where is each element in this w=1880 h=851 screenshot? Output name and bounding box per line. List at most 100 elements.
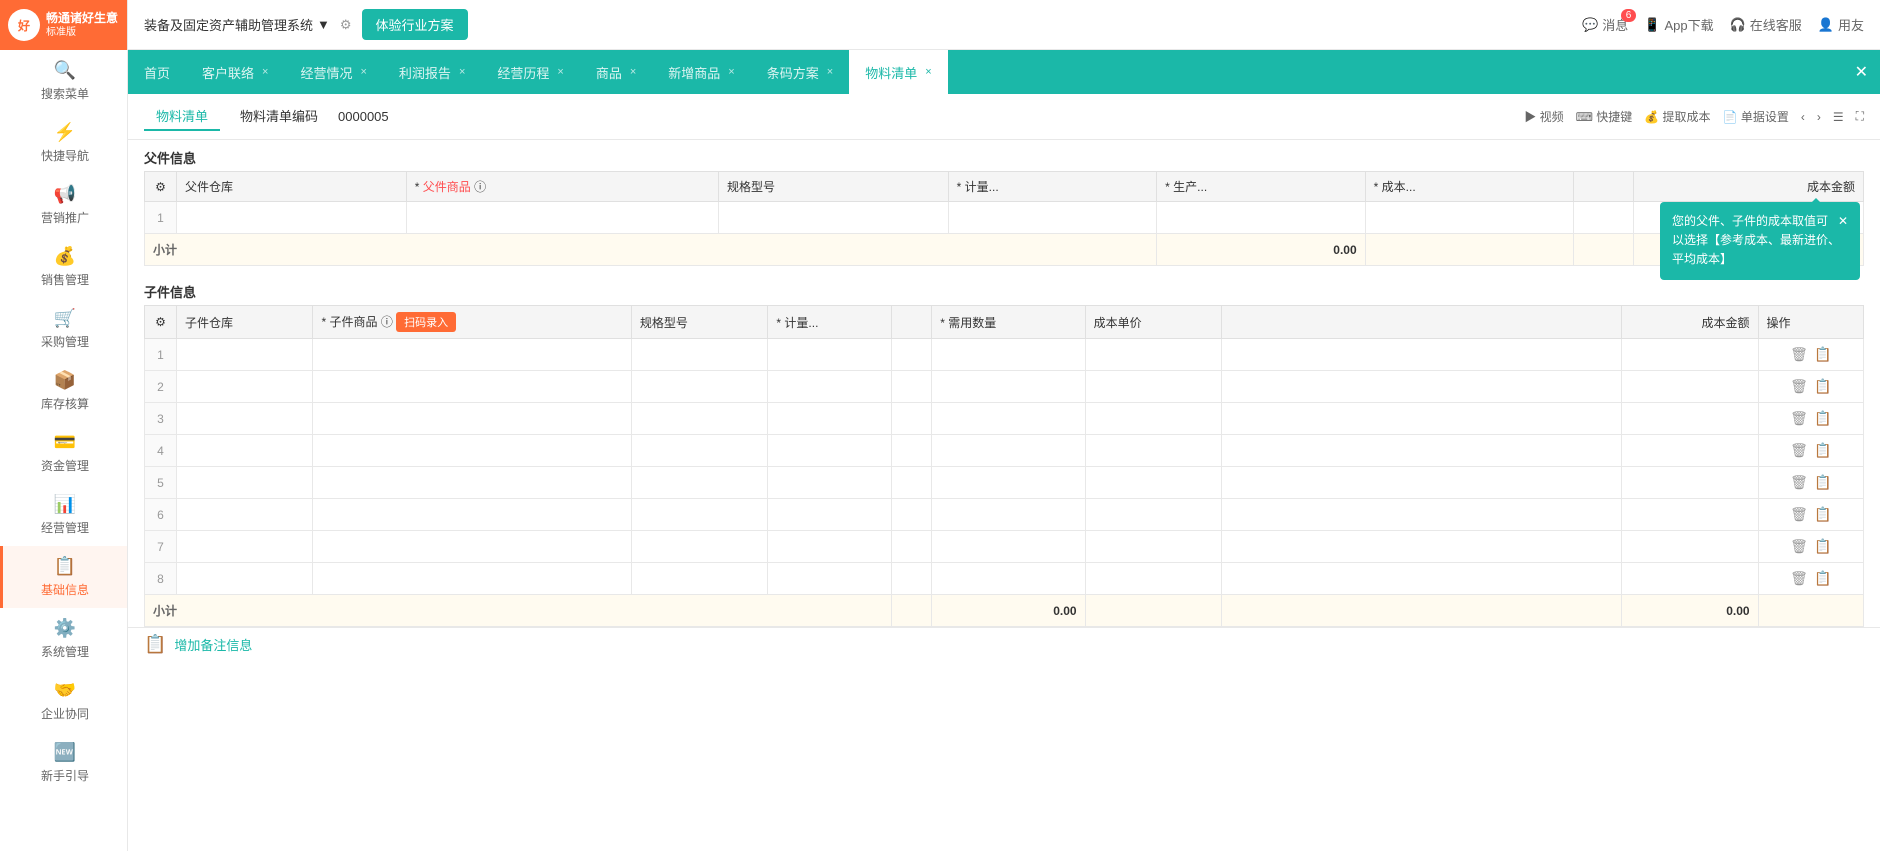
sidebar-item-guide[interactable]: 🆕 新手引导 <box>0 732 127 794</box>
child-row-2-product[interactable] <box>313 371 631 403</box>
child-row-5-warehouse[interactable] <box>177 467 313 499</box>
child-row-2-warehouse[interactable] <box>177 371 313 403</box>
child-row-1-qty[interactable] <box>932 339 1085 371</box>
child-row-4-delete-icon[interactable]: 🗑 <box>1790 442 1808 459</box>
child-row-7-spec[interactable] <box>631 531 767 563</box>
sidebar-item-operation[interactable]: 📊 经营管理 <box>0 484 127 546</box>
child-row-3-unit[interactable] <box>768 403 892 435</box>
tab-new-goods[interactable]: 新增商品 × <box>652 50 750 94</box>
scan-input-button[interactable]: 扫码录入 <box>396 312 456 332</box>
child-row-7-qty[interactable] <box>932 531 1085 563</box>
child-row-1-copy-icon[interactable]: 📋 <box>1814 346 1831 363</box>
tab-home[interactable]: 首页 <box>128 50 186 94</box>
child-row-1-warehouse[interactable] <box>177 339 313 371</box>
parent-row-1-warehouse[interactable] <box>177 202 407 234</box>
child-row-7-warehouse[interactable] <box>177 531 313 563</box>
parent-row-1-cost[interactable] <box>1365 202 1574 234</box>
tooltip-close-button[interactable]: ✕ <box>1838 212 1848 231</box>
child-row-1-unit[interactable] <box>768 339 892 371</box>
child-row-7-unit[interactable] <box>768 531 892 563</box>
tab-operation-status[interactable]: 经营情况 × <box>284 50 382 94</box>
child-row-8-delete-icon[interactable]: 🗑 <box>1790 570 1808 587</box>
child-row-2-spec[interactable] <box>631 371 767 403</box>
child-row-6-unit[interactable] <box>768 499 892 531</box>
child-row-8-unit[interactable] <box>768 563 892 595</box>
child-row-4-price[interactable] <box>1085 435 1221 467</box>
child-row-7-copy-icon[interactable]: 📋 <box>1814 538 1831 555</box>
child-row-5-qty[interactable] <box>932 467 1085 499</box>
child-row-6-spec[interactable] <box>631 499 767 531</box>
sidebar-item-purchase[interactable]: 🛒 采购管理 <box>0 298 127 360</box>
parent-row-1-produce[interactable] <box>1157 202 1366 234</box>
add-note-label[interactable]: 增加备注信息 <box>174 635 252 654</box>
tab-profit[interactable]: 利润报告 × <box>383 50 481 94</box>
subheader-tab-bom[interactable]: 物料清单 <box>144 102 220 131</box>
prev-button[interactable]: ‹ <box>1801 110 1805 124</box>
child-row-8-copy-icon[interactable]: 📋 <box>1814 570 1831 587</box>
child-row-3-spec[interactable] <box>631 403 767 435</box>
sidebar-item-quick-nav[interactable]: ⚡ 快捷导航 <box>0 112 127 174</box>
subheader-tab-code[interactable]: 物料清单编码 <box>228 102 330 131</box>
child-row-8-product[interactable] <box>313 563 631 595</box>
tab-new-goods-close[interactable]: × <box>728 66 734 78</box>
child-row-6-price[interactable] <box>1085 499 1221 531</box>
parent-row-1-spec[interactable] <box>718 202 948 234</box>
tab-goods-close[interactable]: × <box>630 66 636 78</box>
tab-profit-close[interactable]: × <box>459 66 465 78</box>
tab-history[interactable]: 经营历程 × <box>481 50 579 94</box>
child-row-5-copy-icon[interactable]: 📋 <box>1814 474 1831 491</box>
sidebar-item-search[interactable]: 🔍 搜索菜单 <box>0 50 127 112</box>
child-row-6-qty[interactable] <box>932 499 1085 531</box>
child-row-3-product[interactable] <box>313 403 631 435</box>
child-row-8-spec[interactable] <box>631 563 767 595</box>
child-row-4-unit[interactable] <box>768 435 892 467</box>
child-row-2-copy-icon[interactable]: 📋 <box>1814 378 1831 395</box>
child-row-7-product[interactable] <box>313 531 631 563</box>
tab-barcode-close[interactable]: × <box>827 66 833 78</box>
child-row-3-price[interactable] <box>1085 403 1221 435</box>
parent-row-1-product[interactable] <box>406 202 718 234</box>
sidebar-item-finance[interactable]: 💳 资金管理 <box>0 422 127 484</box>
child-row-3-copy-icon[interactable]: 📋 <box>1814 410 1831 427</box>
try-solution-button[interactable]: 体验行业方案 <box>362 9 468 40</box>
child-row-4-qty[interactable] <box>932 435 1085 467</box>
child-row-2-unit[interactable] <box>768 371 892 403</box>
child-row-6-delete-icon[interactable]: 🗑 <box>1790 506 1808 523</box>
child-row-2-qty[interactable] <box>932 371 1085 403</box>
video-button[interactable]: ▶ 视频 <box>1524 108 1563 125</box>
tab-barcode[interactable]: 条码方案 × <box>751 50 849 94</box>
child-row-4-spec[interactable] <box>631 435 767 467</box>
extract-cost-button[interactable]: 💰 提取成本 <box>1644 108 1710 125</box>
child-row-4-warehouse[interactable] <box>177 435 313 467</box>
tab-bom-close[interactable]: × <box>925 66 931 78</box>
doc-settings-button[interactable]: 📄 单据设置 <box>1723 108 1789 125</box>
child-row-3-delete-icon[interactable]: 🗑 <box>1790 410 1808 427</box>
child-row-2-delete-icon[interactable]: 🗑 <box>1790 378 1808 395</box>
sidebar-item-system[interactable]: ⚙️ 系统管理 <box>0 608 127 670</box>
sidebar-item-sales[interactable]: 💰 销售管理 <box>0 236 127 298</box>
tab-history-close[interactable]: × <box>557 66 563 78</box>
child-row-8-warehouse[interactable] <box>177 563 313 595</box>
menu-button[interactable]: ☰ <box>1833 110 1844 124</box>
child-row-5-price[interactable] <box>1085 467 1221 499</box>
parent-th-gear[interactable]: ⚙ <box>145 172 177 202</box>
sidebar-item-marketing[interactable]: 📢 营销推广 <box>0 174 127 236</box>
user-button[interactable]: 👤 用友 <box>1818 15 1864 34</box>
child-row-3-qty[interactable] <box>932 403 1085 435</box>
message-button[interactable]: 💬 6 消息 <box>1582 15 1628 34</box>
child-row-6-copy-icon[interactable]: 📋 <box>1814 506 1831 523</box>
child-row-4-copy-icon[interactable]: 📋 <box>1814 442 1831 459</box>
sidebar-item-basic[interactable]: 📋 基础信息 <box>0 546 127 608</box>
child-row-5-product[interactable] <box>313 467 631 499</box>
fullscreen-button[interactable]: ⛶ <box>1856 109 1864 124</box>
tab-operation-status-close[interactable]: × <box>360 66 366 78</box>
child-row-6-warehouse[interactable] <box>177 499 313 531</box>
close-all-tabs-button[interactable]: ✕ <box>1843 62 1880 82</box>
child-row-2-price[interactable] <box>1085 371 1221 403</box>
child-row-1-delete-icon[interactable]: 🗑 <box>1790 346 1808 363</box>
child-row-4-product[interactable] <box>313 435 631 467</box>
settings-icon[interactable]: ⚙ <box>340 17 352 33</box>
parent-row-1-unit[interactable] <box>948 202 1157 234</box>
tab-customer[interactable]: 客户联络 × <box>186 50 284 94</box>
tab-goods[interactable]: 商品 × <box>580 50 652 94</box>
